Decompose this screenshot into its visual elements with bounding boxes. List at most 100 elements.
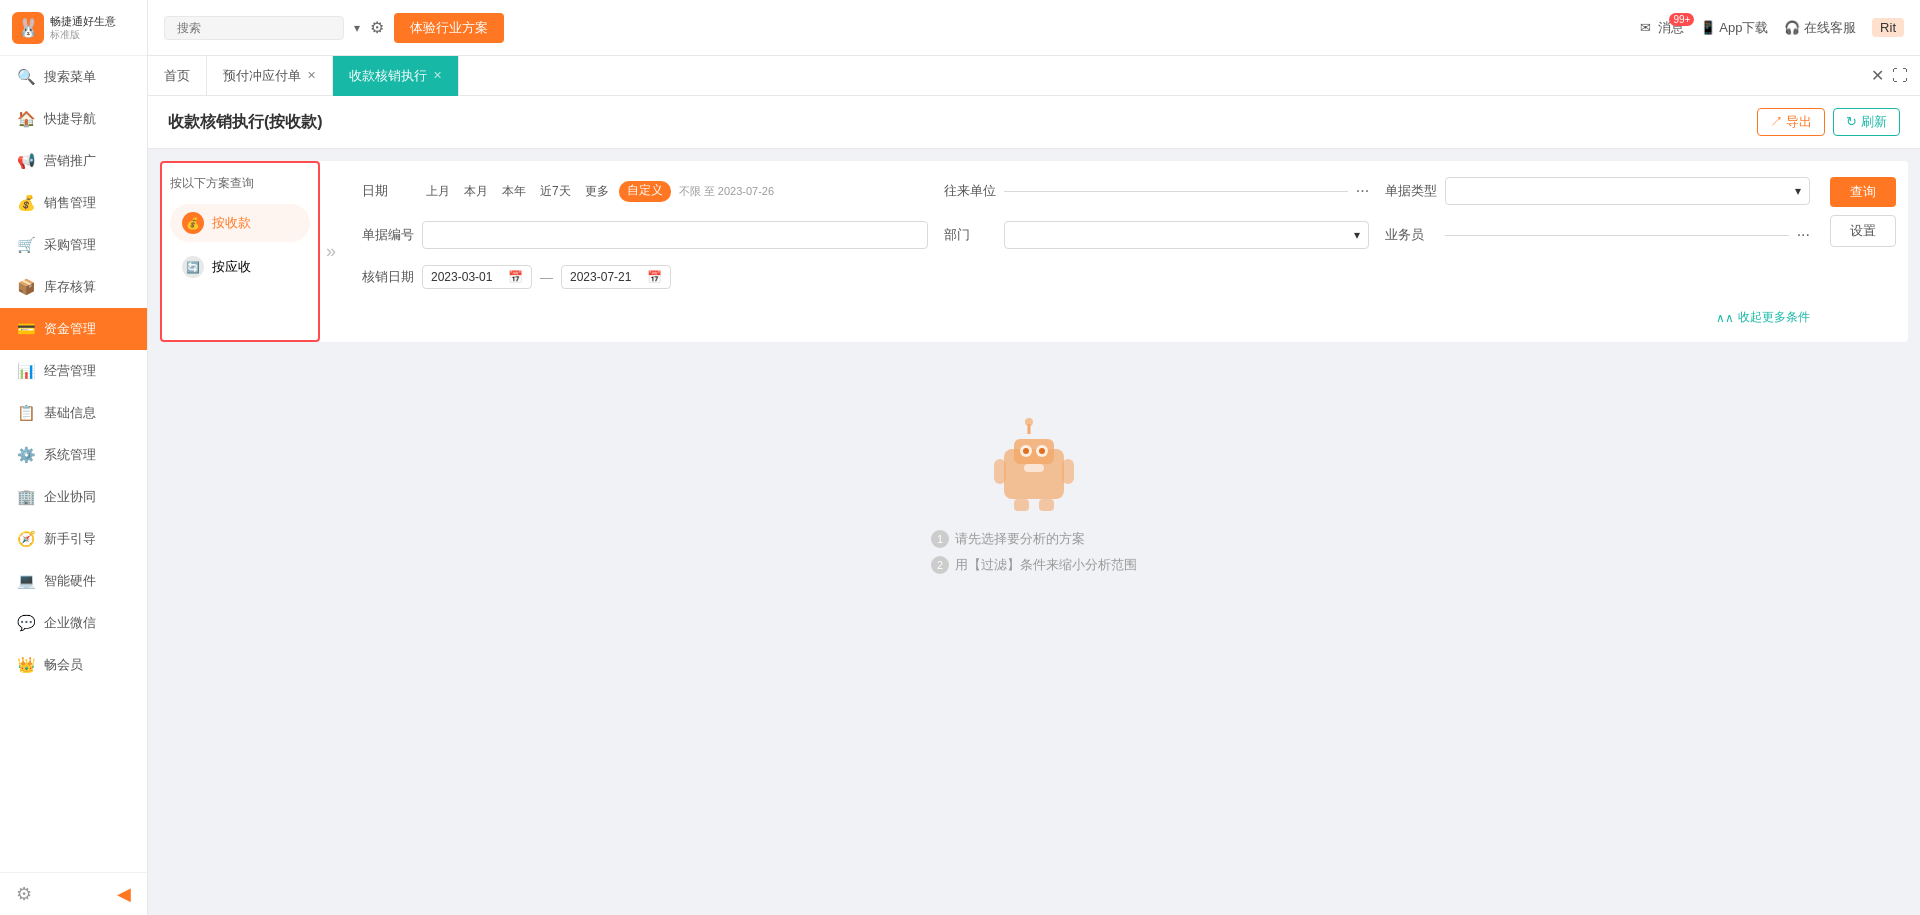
empty-state: 1 请先选择要分析的方案 2 用【过滤】条件来缩小分析范围: [148, 354, 1920, 618]
app-icon: 📱: [1700, 20, 1716, 35]
more-date-btn[interactable]: 更多: [581, 181, 613, 202]
dept-select[interactable]: ▾: [1004, 221, 1369, 249]
staff-field: 业务员 ···: [1385, 226, 1810, 244]
collapse-sidebar-icon[interactable]: ◀: [117, 883, 131, 905]
filter-row-1: 日期 上月 本月 本年 近7天 更多 自定义 不限 至 2023-07-26: [362, 177, 1810, 205]
date-label: 日期: [362, 182, 414, 200]
sidebar-item-corp[interactable]: 🏢 企业协同: [0, 476, 147, 518]
close-all-tabs-icon[interactable]: ✕: [1871, 66, 1884, 85]
collapse-left-panel-btn[interactable]: »: [320, 161, 342, 342]
staff-more-btn[interactable]: ···: [1797, 226, 1810, 244]
expand-icon[interactable]: ⛶: [1892, 67, 1908, 85]
last-7days-btn[interactable]: 近7天: [536, 181, 575, 202]
message-icon: ✉: [1640, 20, 1651, 35]
sidebar-item-label: 搜索菜单: [44, 68, 96, 86]
page-header: 收款核销执行(按收款) ↗ 导出 ↻ 刷新: [148, 96, 1920, 149]
sidebar-bottom: ⚙ ◀: [0, 872, 147, 915]
sidebar-item-hardware[interactable]: 💻 智能硬件: [0, 560, 147, 602]
sidebar-item-label: 系统管理: [44, 446, 96, 464]
export-button[interactable]: ↗ 导出: [1757, 108, 1826, 136]
writeoff-date-label: 核销日期: [362, 268, 414, 286]
close-tab-prepay-icon[interactable]: ✕: [307, 69, 316, 82]
voucher-no-field: 单据编号: [362, 221, 928, 249]
tab-writeoff[interactable]: 收款核销执行 ✕: [333, 56, 459, 96]
receivable-icon: 🔄: [182, 256, 204, 278]
sidebar-item-system[interactable]: ⚙️ 系统管理: [0, 434, 147, 476]
writeoff-date-field: 核销日期 2023-03-01 📅 — 2023-07-21 📅: [362, 265, 1810, 289]
voucher-type-select[interactable]: ▾: [1445, 177, 1810, 205]
writeoff-date-start-input[interactable]: 2023-03-01 📅: [422, 265, 532, 289]
marketing-icon: 📢: [16, 152, 36, 170]
sidebar-item-basic[interactable]: 📋 基础信息: [0, 392, 147, 434]
close-tab-writeoff-icon[interactable]: ✕: [433, 69, 442, 82]
tabbar-actions: ✕ ⛶: [1859, 66, 1920, 85]
counterparty-field: 往来单位 ···: [944, 182, 1369, 200]
operation-icon: 📊: [16, 362, 36, 380]
filter-actions: 查询 设置: [1830, 161, 1908, 342]
filter-row-2: 单据编号 部门 ▾ 业务员 ···: [362, 221, 1810, 249]
sidebar-item-label: 销售管理: [44, 194, 96, 212]
sidebar-item-quicknav[interactable]: 🏠 快捷导航: [0, 98, 147, 140]
message-badge[interactable]: ✉ 99+ 消息: [1640, 19, 1684, 37]
dropdown-arrow-icon[interactable]: ▾: [354, 21, 360, 35]
sidebar-item-guide[interactable]: 🧭 新手引导: [0, 518, 147, 560]
filter-option-by-receivable[interactable]: 🔄 按应收: [170, 248, 310, 286]
sidebar-item-marketing[interactable]: 📢 营销推广: [0, 140, 147, 182]
refresh-icon: ↻: [1846, 114, 1857, 129]
sidebar-item-member[interactable]: 👑 畅会员: [0, 644, 147, 686]
sidebar-item-sales[interactable]: 💰 销售管理: [0, 182, 147, 224]
date-custom-tag[interactable]: 自定义: [619, 181, 671, 202]
inventory-icon: 📦: [16, 278, 36, 296]
corp-icon: 🏢: [16, 488, 36, 506]
dept-label: 部门: [944, 226, 996, 244]
writeoff-date-end-input[interactable]: 2023-07-21 📅: [561, 265, 671, 289]
sidebar-item-inventory[interactable]: 📦 库存核算: [0, 266, 147, 308]
solution-button[interactable]: 体验行业方案: [394, 13, 504, 43]
svg-rect-10: [1039, 499, 1054, 511]
sidebar-item-purchase[interactable]: 🛒 采购管理: [0, 224, 147, 266]
setting-button[interactable]: 设置: [1830, 215, 1896, 247]
purchase-icon: 🛒: [16, 236, 36, 254]
sidebar-item-finance[interactable]: 💳 资金管理: [0, 308, 147, 350]
sidebar-item-wechat[interactable]: 💬 企业微信: [0, 602, 147, 644]
chevron-up-icon: ∧∧: [1716, 311, 1734, 325]
sidebar-item-label: 智能硬件: [44, 572, 96, 590]
refresh-button[interactable]: ↻ 刷新: [1833, 108, 1900, 136]
system-icon: ⚙️: [16, 446, 36, 464]
empty-hints: 1 请先选择要分析的方案 2 用【过滤】条件来缩小分析范围: [931, 526, 1137, 578]
filter-scheme-panel: 按以下方案查询 💰 按收款 🔄 按应收: [160, 161, 320, 342]
hardware-icon: 💻: [16, 572, 36, 590]
this-month-btn[interactable]: 本月: [460, 181, 492, 202]
query-button[interactable]: 查询: [1830, 177, 1896, 207]
svg-rect-8: [1062, 459, 1074, 484]
customer-service-link[interactable]: 🎧 在线客服: [1784, 19, 1856, 37]
tab-home[interactable]: 首页: [148, 56, 207, 96]
tab-prepay[interactable]: 预付冲应付单 ✕: [207, 56, 333, 96]
this-year-btn[interactable]: 本年: [498, 181, 530, 202]
svg-rect-6: [1024, 464, 1044, 472]
settings-icon[interactable]: ⚙: [16, 883, 32, 905]
svg-point-5: [1039, 448, 1045, 454]
page-actions: ↗ 导出 ↻ 刷新: [1757, 108, 1900, 136]
counterparty-more-btn[interactable]: ···: [1356, 182, 1369, 200]
content-area: 收款核销执行(按收款) ↗ 导出 ↻ 刷新 按以下方案查询 💰: [148, 96, 1920, 915]
sidebar-item-label: 企业协同: [44, 488, 96, 506]
dept-field: 部门 ▾: [944, 221, 1369, 249]
sidebar-item-operation[interactable]: 📊 经营管理: [0, 350, 147, 392]
main-area: ▾ ⚙ 体验行业方案 ✉ 99+ 消息 📱 App下载 🎧 在线客服 Rit 首…: [148, 0, 1920, 915]
sidebar-item-search[interactable]: 🔍 搜索菜单: [0, 56, 147, 98]
search-input[interactable]: [164, 16, 344, 40]
member-icon: 👑: [16, 656, 36, 674]
logo-text: 畅捷通好生意 标准版: [50, 14, 116, 41]
last-month-btn[interactable]: 上月: [422, 181, 454, 202]
sidebar-item-label: 库存核算: [44, 278, 96, 296]
gear-icon[interactable]: ⚙: [370, 18, 384, 37]
collapse-more-row: ∧∧ 收起更多条件: [362, 305, 1810, 326]
collapse-more-button[interactable]: ∧∧ 收起更多条件: [1716, 309, 1810, 326]
voucher-no-input[interactable]: [422, 221, 928, 249]
app-download-link[interactable]: 📱 App下载: [1700, 19, 1768, 37]
date-quick-buttons: 上月 本月 本年 近7天 更多 自定义: [422, 181, 671, 202]
sidebar-item-label: 企业微信: [44, 614, 96, 632]
staff-label: 业务员: [1385, 226, 1437, 244]
filter-option-by-receipt[interactable]: 💰 按收款: [170, 204, 310, 242]
